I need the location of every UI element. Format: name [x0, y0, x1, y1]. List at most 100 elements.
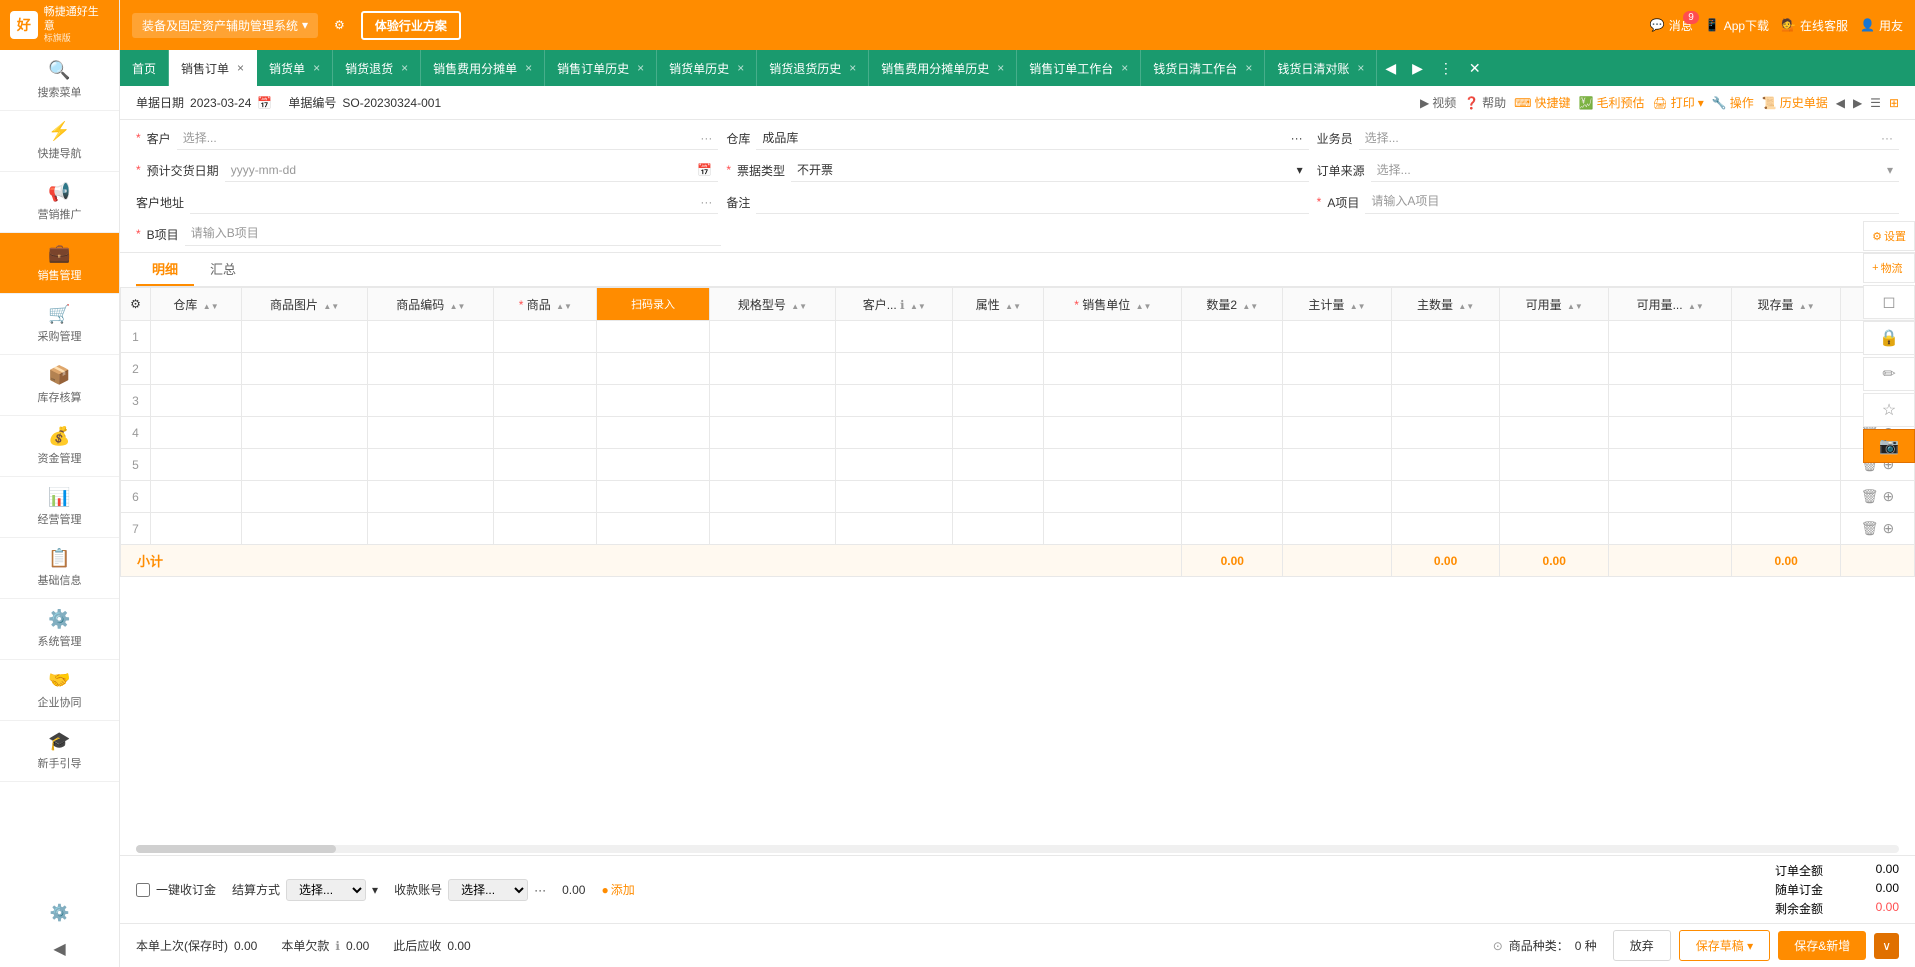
sidebar-item-finance[interactable]: 💰 资金管理 [0, 416, 119, 477]
row-customer-x[interactable] [836, 481, 953, 513]
sidebar-item-basic-info[interactable]: 📋 基础信息 [0, 538, 119, 599]
scrollbar-thumb[interactable] [136, 845, 336, 853]
row-product-code[interactable] [368, 417, 494, 449]
row-available-qty[interactable] [1500, 417, 1609, 449]
tab-close-icon[interactable]: × [1245, 61, 1252, 75]
sort-icon[interactable]: ▲▼ [556, 303, 572, 311]
tab-close-icon[interactable]: × [313, 61, 320, 75]
row-main-unit[interactable] [1283, 321, 1392, 353]
row-product[interactable] [494, 385, 597, 417]
row-quantity2[interactable] [1182, 513, 1283, 545]
sort-icon[interactable]: ▲▼ [323, 303, 339, 311]
settings-btn[interactable]: ⚙ [326, 14, 353, 36]
row-product[interactable] [494, 321, 597, 353]
row-spec-type[interactable] [709, 449, 835, 481]
customer-address-input[interactable]: ··· [190, 190, 718, 214]
sort-icon[interactable]: ▲▼ [1136, 303, 1152, 311]
print-chevron-icon[interactable]: ▾ [1698, 96, 1704, 110]
row-product[interactable] [494, 481, 597, 513]
discard-btn[interactable]: 放弃 [1613, 930, 1671, 961]
row-sales-unit[interactable] [1044, 449, 1182, 481]
row-available-qty[interactable] [1500, 385, 1609, 417]
tab-detail[interactable]: 明细 [136, 253, 194, 286]
tab-close-icon[interactable]: × [1121, 61, 1128, 75]
tab-close-all-btn[interactable]: ✕ [1461, 60, 1489, 77]
copy-icon[interactable]: ⊕ [1882, 520, 1894, 537]
account-select[interactable]: 选择... [448, 879, 528, 901]
tab-sales-order-workbench[interactable]: 销售订单工作台 × [1017, 50, 1141, 86]
tab-cash-daily-reconcile[interactable]: 钱货日清对账 × [1265, 50, 1377, 86]
row-customer-x[interactable] [836, 513, 953, 545]
right-panel-icon5[interactable]: 📷 [1863, 429, 1915, 463]
sort-icon[interactable]: ▲▼ [1350, 303, 1366, 311]
row-available-qty2[interactable] [1609, 481, 1732, 513]
row-available-qty2[interactable] [1609, 353, 1732, 385]
row-warehouse[interactable] [151, 353, 242, 385]
user-btn[interactable]: 👤 用友 [1860, 17, 1903, 34]
add-btn[interactable]: ● 添加 [601, 881, 634, 898]
salesperson-input[interactable]: 选择... ··· [1359, 126, 1899, 150]
row-product-image[interactable] [242, 353, 368, 385]
row-main-unit[interactable] [1283, 353, 1392, 385]
row-available-qty2[interactable] [1609, 513, 1732, 545]
row-main-unit[interactable] [1283, 417, 1392, 449]
row-available-qty[interactable] [1500, 481, 1609, 513]
row-spec-type[interactable] [709, 353, 835, 385]
tab-sales-fee-split[interactable]: 销售费用分摊单 × [421, 50, 545, 86]
row-main-qty[interactable] [1391, 513, 1500, 545]
sort-icon[interactable]: ▲▼ [1799, 303, 1815, 311]
copy-icon[interactable]: ⊕ [1882, 488, 1894, 505]
right-panel-icon3[interactable]: ✏ [1863, 357, 1915, 391]
row-product-image[interactable] [242, 481, 368, 513]
row-quantity2[interactable] [1182, 449, 1283, 481]
row-main-unit[interactable] [1283, 481, 1392, 513]
tab-close-icon[interactable]: × [737, 61, 744, 75]
row-available-qty2[interactable] [1609, 321, 1732, 353]
row-attribute[interactable] [953, 449, 1044, 481]
sidebar-item-marketing[interactable]: 📢 营销推广 [0, 172, 119, 233]
sidebar-item-inventory[interactable]: 📦 库存核算 [0, 355, 119, 416]
save-new-arrow-btn[interactable]: ∨ [1874, 933, 1899, 959]
tool-help[interactable]: ❓ 帮助 [1464, 94, 1506, 111]
row-sales-unit[interactable] [1044, 481, 1182, 513]
auto-checkout-checkbox[interactable] [136, 883, 150, 897]
sidebar-item-search[interactable]: 🔍 搜索菜单 [0, 50, 119, 111]
delivery-date-input[interactable]: yyyy-mm-dd 📅 [225, 158, 719, 182]
warehouse-input[interactable]: 成品库 ··· [756, 126, 1308, 150]
sort-icon[interactable]: ▲▼ [1688, 303, 1704, 311]
sidebar-item-system[interactable]: ⚙️ 系统管理 [0, 599, 119, 660]
tab-close-icon[interactable]: × [849, 61, 856, 75]
sort-icon[interactable]: ▲▼ [1242, 303, 1258, 311]
order-source-select[interactable]: 选择... ▾ [1371, 158, 1899, 182]
tab-sales-return[interactable]: 销货单 × [257, 50, 333, 86]
tab-sales-fee-split-history[interactable]: 销售费用分摊单历史 × [869, 50, 1017, 86]
sidebar-item-quick-nav[interactable]: ⚡ 快捷导航 [0, 111, 119, 172]
sort-icon[interactable]: ▲▼ [1005, 303, 1021, 311]
tab-cash-daily-workbench[interactable]: 钱货日清工作台 × [1141, 50, 1265, 86]
row-available-qty2[interactable] [1609, 417, 1732, 449]
row-customer-x[interactable] [836, 385, 953, 417]
tab-sales-return-goods[interactable]: 销货退货 × [333, 50, 421, 86]
row-main-qty[interactable] [1391, 417, 1500, 449]
row-product-image[interactable] [242, 321, 368, 353]
tab-sales-return-history[interactable]: 销货单历史 × [657, 50, 757, 86]
sidebar-settings-btn[interactable]: ⚙️ [0, 895, 119, 931]
row-main-qty[interactable] [1391, 449, 1500, 481]
customer-input[interactable]: 选择... ··· [177, 126, 719, 150]
try-industry-btn[interactable]: 体验行业方案 [361, 11, 461, 40]
row-main-qty[interactable] [1391, 321, 1500, 353]
tab-close-icon[interactable]: × [401, 61, 408, 75]
row-available-qty2[interactable] [1609, 385, 1732, 417]
tool-print[interactable]: 🖨 打印 ▾ [1652, 94, 1703, 111]
row-product-image[interactable] [242, 385, 368, 417]
settings-panel-btn[interactable]: ⚙ 设置 [1863, 221, 1915, 251]
tab-sales-return-goods-history[interactable]: 销货退货历史 × [757, 50, 869, 86]
sidebar-item-guide[interactable]: 🎓 新手引导 [0, 721, 119, 782]
tab-close-icon[interactable]: × [637, 61, 644, 75]
row-spec-type[interactable] [709, 417, 835, 449]
row-sales-unit[interactable] [1044, 417, 1182, 449]
row-main-unit[interactable] [1283, 449, 1392, 481]
row-customer-x[interactable] [836, 353, 953, 385]
row-attribute[interactable] [953, 513, 1044, 545]
online-service-btn[interactable]: 💁 在线客服 [1781, 17, 1848, 34]
